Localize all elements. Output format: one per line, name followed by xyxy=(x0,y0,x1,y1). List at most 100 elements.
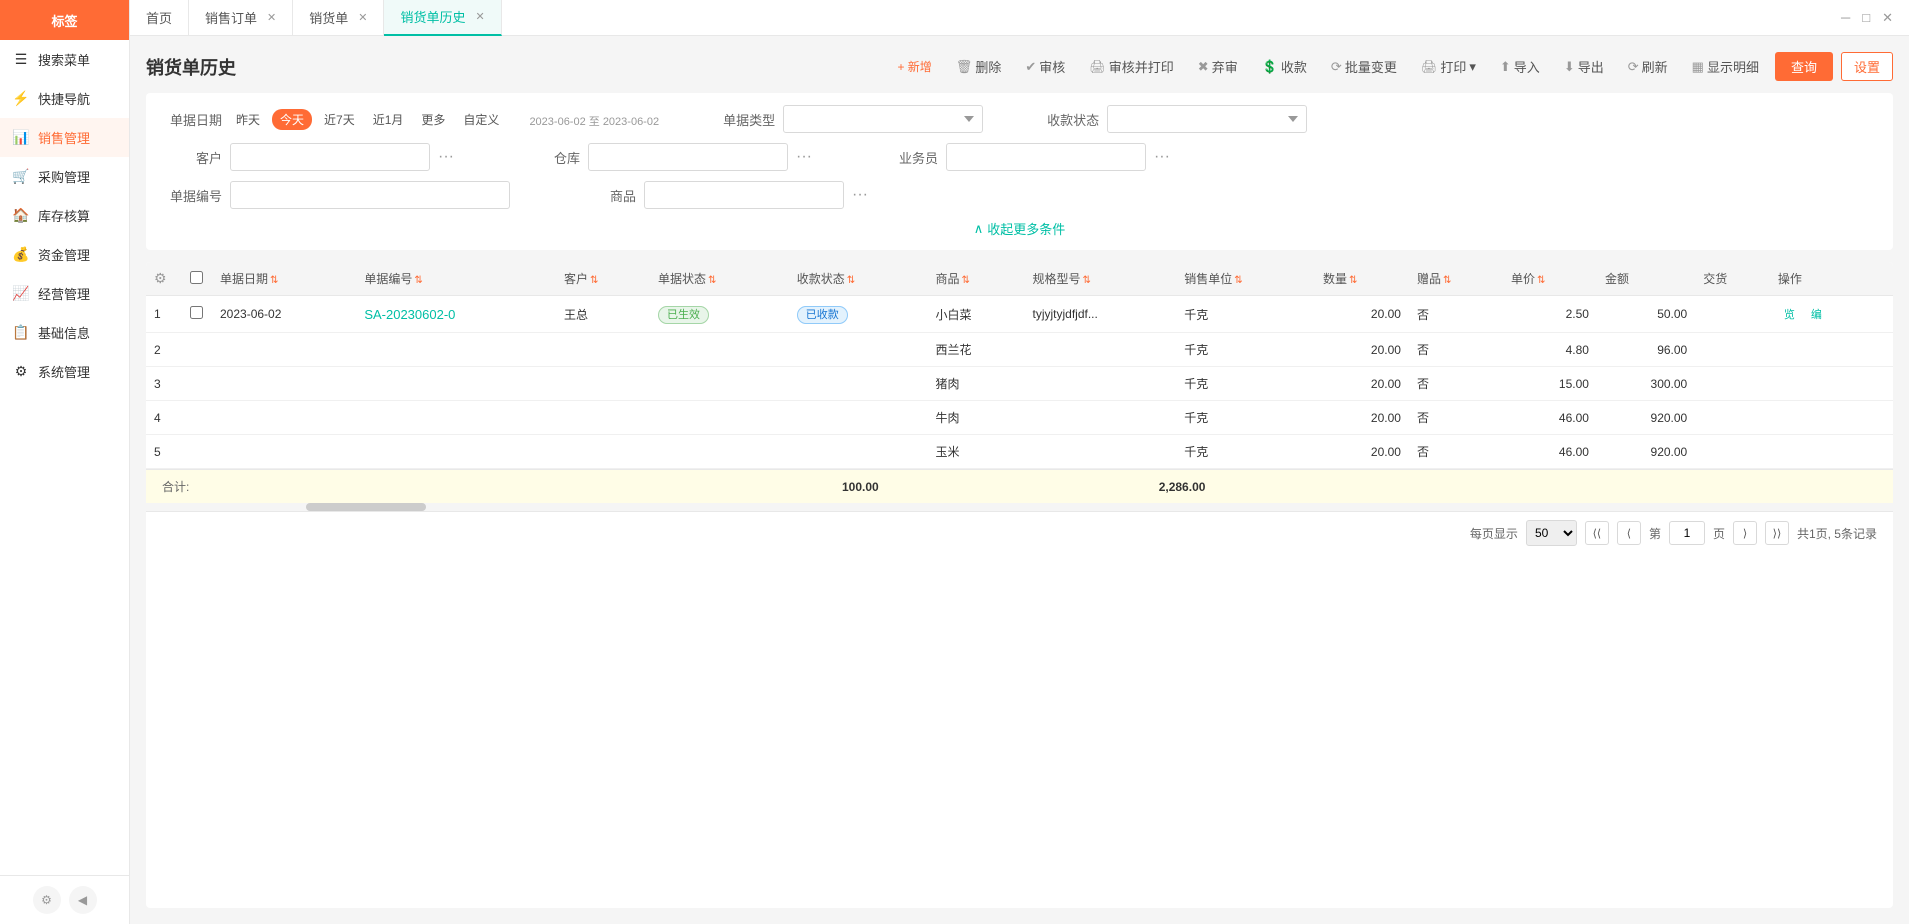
edit-action-btn[interactable]: 编 xyxy=(1805,304,1828,324)
abandon-button[interactable]: ✖ 弃审 xyxy=(1190,53,1246,80)
setting-button[interactable]: 设置 xyxy=(1841,52,1893,81)
batch-change-button[interactable]: ⟳ 批量变更 xyxy=(1323,53,1405,80)
scrollbar-thumb[interactable] xyxy=(306,503,426,511)
table-row: 4 牛肉 千克 20.00 否 46.00 920.00 xyxy=(146,401,1893,435)
page-input[interactable] xyxy=(1669,521,1705,545)
date-btn-today[interactable]: 今天 xyxy=(272,109,312,130)
sidebar-item-sys-mgmt[interactable]: ⚙ 系统管理 xyxy=(0,352,129,391)
tab-sales-order[interactable]: 销售订单 ✕ xyxy=(189,0,293,36)
col-unit: 销售单位⇅ xyxy=(1176,262,1315,296)
sidebar-item-search-menu[interactable]: ☰ 搜索菜单 xyxy=(0,40,129,79)
customer-sort-icon[interactable]: ⇅ xyxy=(590,275,598,286)
doc-status-sort-icon[interactable]: ⇅ xyxy=(708,275,716,286)
pay-status-select[interactable] xyxy=(1107,105,1307,133)
col-gift: 赠品⇅ xyxy=(1409,262,1503,296)
sidebar-item-quick-nav[interactable]: ⚡ 快捷导航 xyxy=(0,79,129,118)
row-num: 4 xyxy=(146,401,182,435)
first-page-btn[interactable]: ⟨⟨ xyxy=(1585,521,1609,545)
goods-input[interactable] xyxy=(644,181,844,209)
refresh-button[interactable]: ⟳ 刷新 xyxy=(1620,53,1676,80)
date-btn-yesterday[interactable]: 昨天 xyxy=(230,109,266,130)
date-btn-1month[interactable]: 近1月 xyxy=(367,109,410,130)
sidebar-item-ops-mgmt[interactable]: 📈 经营管理 xyxy=(0,274,129,313)
table-settings-icon[interactable]: ⚙ xyxy=(154,270,167,286)
date-btn-custom[interactable]: 自定义 xyxy=(457,109,505,130)
sidebar-item-purchase-mgmt[interactable]: 🛒 采购管理 xyxy=(0,157,129,196)
horizontal-scrollbar[interactable] xyxy=(146,503,1893,511)
delete-button[interactable]: 🗑 删除 xyxy=(948,53,1010,80)
window-maximize-btn[interactable]: □ xyxy=(1862,10,1870,25)
sidebar: 标签 ☰ 搜索菜单 ⚡ 快捷导航 📊 销售管理 🛒 采购管理 🏠 库存核算 💰 … xyxy=(0,0,130,924)
per-page-select[interactable]: 50 100 200 xyxy=(1526,520,1577,546)
import-button[interactable]: ⬆ 导入 xyxy=(1492,53,1548,80)
doc-no-input[interactable] xyxy=(230,181,510,209)
sidebar-item-sales-mgmt[interactable]: 📊 销售管理 xyxy=(0,118,129,157)
print-button[interactable]: 🖨 打印 ▾ xyxy=(1413,53,1484,80)
col-doc-status: 单据状态⇅ xyxy=(650,262,789,296)
show-detail-button[interactable]: ▦ 显示明细 xyxy=(1684,53,1767,80)
sidebar-collapse-btn[interactable]: ◀ xyxy=(69,886,97,914)
quantity-sort-icon[interactable]: ⇅ xyxy=(1349,275,1357,286)
date-btn-7days[interactable]: 近7天 xyxy=(318,109,361,130)
window-close-btn[interactable]: ✕ xyxy=(1882,10,1893,26)
doc-no-link[interactable]: SA-20230602-0 xyxy=(364,307,455,322)
receive-button[interactable]: 💲 收款 xyxy=(1254,53,1315,80)
tab-sales-delivery[interactable]: 销货单 ✕ xyxy=(293,0,384,36)
doc-type-select[interactable] xyxy=(783,105,983,133)
pay-status-sort-icon[interactable]: ⇅ xyxy=(847,275,855,286)
doc-no-sort-icon[interactable]: ⇅ xyxy=(414,275,422,286)
window-minimize-btn[interactable]: ─ xyxy=(1841,10,1850,25)
date-btn-more[interactable]: 更多 xyxy=(415,109,451,130)
page-word: 第 xyxy=(1649,525,1661,542)
salesperson-dots[interactable]: ··· xyxy=(1154,148,1170,166)
col-settings[interactable]: ⚙ xyxy=(146,262,182,296)
sidebar-item-inventory[interactable]: 🏠 库存核算 xyxy=(0,196,129,235)
row-gift: 否 xyxy=(1409,435,1503,469)
row-customer xyxy=(556,435,650,469)
review-button[interactable]: ✔ 审核 xyxy=(1017,53,1073,80)
gift-sort-icon[interactable]: ⇅ xyxy=(1443,275,1451,286)
row-pay-status xyxy=(789,367,928,401)
sidebar-item-basic-info[interactable]: 📋 基础信息 xyxy=(0,313,129,352)
row-amount: 920.00 xyxy=(1597,435,1695,469)
unit-sort-icon[interactable]: ⇅ xyxy=(1234,275,1242,286)
row-customer xyxy=(556,401,650,435)
spec-sort-icon[interactable]: ⇅ xyxy=(1083,275,1091,286)
customer-dots[interactable]: ··· xyxy=(438,148,454,166)
filter-goods: 商品 ··· xyxy=(576,181,868,209)
col-customer: 客户⇅ xyxy=(556,262,650,296)
sidebar-settings-btn[interactable]: ⚙ xyxy=(33,886,61,914)
prev-page-btn[interactable]: ⟨ xyxy=(1617,521,1641,545)
next-page-btn[interactable]: ⟩ xyxy=(1733,521,1757,545)
warehouse-dots[interactable]: ··· xyxy=(796,148,812,166)
doc-date-sort-icon[interactable]: ⇅ xyxy=(270,275,278,286)
query-button[interactable]: 查询 xyxy=(1775,52,1833,81)
collapse-bar[interactable]: ∧ 收起更多条件 xyxy=(162,219,1877,238)
tab-sales-history[interactable]: 销货单历史 ✕ xyxy=(384,0,501,36)
row-doc-status xyxy=(650,401,789,435)
export-button[interactable]: ⬇ 导出 xyxy=(1556,53,1612,80)
select-all-checkbox[interactable] xyxy=(190,271,203,284)
new-button[interactable]: + 新增 xyxy=(889,54,939,79)
customer-input[interactable] xyxy=(230,143,430,171)
row-checkbox-input[interactable] xyxy=(190,306,203,319)
print-dropdown-arrow[interactable]: ▾ xyxy=(1469,59,1476,75)
tab-close-sales-history[interactable]: ✕ xyxy=(476,10,485,23)
quick-nav-icon: ⚡ xyxy=(12,90,30,108)
tab-home[interactable]: 首页 xyxy=(130,0,189,36)
goods-sort-icon[interactable]: ⇅ xyxy=(962,275,970,286)
view-action-btn[interactable]: 览 xyxy=(1778,304,1801,324)
goods-dots[interactable]: ··· xyxy=(852,186,868,204)
salesperson-input[interactable] xyxy=(946,143,1146,171)
row-unit-price: 46.00 xyxy=(1503,435,1597,469)
tab-close-sales-order[interactable]: ✕ xyxy=(267,11,276,24)
unit-price-sort-icon[interactable]: ⇅ xyxy=(1537,275,1545,286)
row-doc-no xyxy=(356,401,556,435)
inventory-icon: 🏠 xyxy=(12,207,30,225)
tab-close-sales-delivery[interactable]: ✕ xyxy=(358,11,367,24)
sidebar-item-finance-mgmt[interactable]: 💰 资金管理 xyxy=(0,235,129,274)
warehouse-input[interactable] xyxy=(588,143,788,171)
review-print-button[interactable]: 🖨 审核并打印 xyxy=(1081,53,1182,80)
purchase-mgmt-icon: 🛒 xyxy=(12,168,30,186)
last-page-btn[interactable]: ⟩⟩ xyxy=(1765,521,1789,545)
